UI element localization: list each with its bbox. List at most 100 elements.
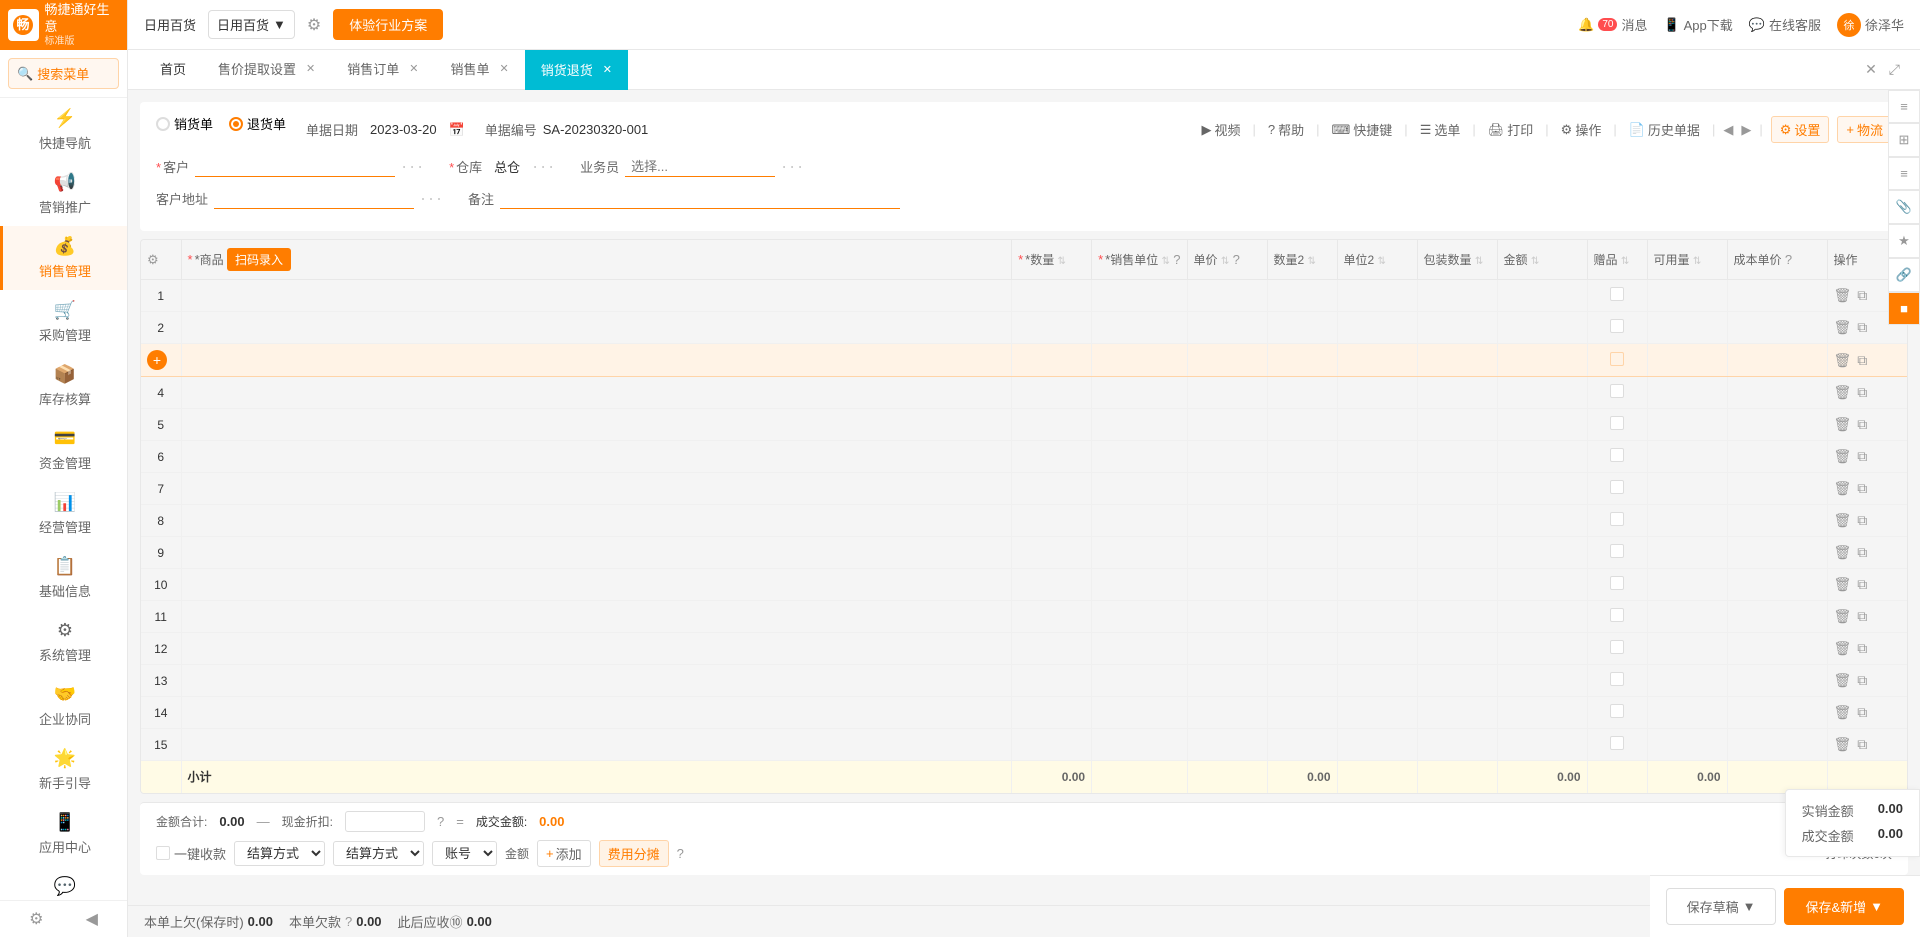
- account-select[interactable]: 账号: [432, 841, 497, 866]
- topbar-dropdown[interactable]: 日用百货 ▼: [208, 10, 295, 39]
- gift-checkbox-5[interactable]: [1610, 416, 1624, 430]
- gift-checkbox-14[interactable]: [1610, 704, 1624, 718]
- address-input[interactable]: [214, 189, 414, 209]
- logistics-btn[interactable]: + 物流: [1837, 116, 1892, 143]
- close-sales-slip-icon[interactable]: ✕: [500, 62, 509, 75]
- app-download-area[interactable]: 📱 App下载: [1663, 15, 1732, 34]
- close-sales-return-icon[interactable]: ✕: [603, 63, 612, 76]
- delete-row-8-icon[interactable]: 🗑: [1834, 512, 1852, 529]
- gift-checkbox-3[interactable]: [1610, 352, 1624, 366]
- sidebar-item-basic-info[interactable]: 📋 基础信息: [0, 546, 127, 610]
- avail-cell-2[interactable]: [1647, 312, 1727, 344]
- qty-cell-2[interactable]: [1012, 312, 1092, 344]
- delete-row-13-icon[interactable]: 🗑: [1834, 672, 1852, 689]
- salesperson-dots[interactable]: ···: [781, 156, 805, 177]
- cost-cell-1[interactable]: [1727, 280, 1827, 312]
- remark-input[interactable]: [500, 189, 900, 209]
- gift-cell-1[interactable]: [1587, 280, 1647, 312]
- delete-row-4-icon[interactable]: 🗑: [1834, 384, 1852, 401]
- gift-checkbox-10[interactable]: [1610, 576, 1624, 590]
- sidebar-item-appstore[interactable]: 📱 应用中心: [0, 802, 127, 866]
- print-btn[interactable]: 🖨 打印: [1484, 118, 1538, 141]
- add-row-btn[interactable]: +: [147, 350, 167, 370]
- copy-row-4-icon[interactable]: ⧉: [1857, 384, 1867, 401]
- tab-sales-return[interactable]: 销货退货 ✕: [525, 50, 628, 90]
- close-price-settings-icon[interactable]: ✕: [306, 62, 315, 75]
- pack-cell-3[interactable]: [1417, 344, 1497, 377]
- unit-cell-1[interactable]: [1092, 280, 1187, 312]
- sidebar-item-inventory[interactable]: 📦 库存核算: [0, 354, 127, 418]
- right-sidebar-item-2[interactable]: ⊞: [1888, 123, 1920, 157]
- copy-row-7-icon[interactable]: ⧉: [1857, 480, 1867, 497]
- cost-help-icon[interactable]: ?: [1785, 252, 1792, 267]
- copy-row-2-icon[interactable]: ⧉: [1857, 319, 1867, 336]
- qty2-cell-3[interactable]: [1267, 344, 1337, 377]
- unit-help-icon[interactable]: ?: [1173, 252, 1180, 267]
- next-record-icon[interactable]: ▶: [1741, 122, 1751, 138]
- select-btn[interactable]: ☰ 选单: [1416, 118, 1465, 141]
- unit-cell-2[interactable]: [1092, 312, 1187, 344]
- customer-input[interactable]: [195, 157, 395, 177]
- right-sidebar-item-1[interactable]: ≡: [1888, 90, 1920, 123]
- gift-checkbox-15[interactable]: [1610, 736, 1624, 750]
- delete-row-9-icon[interactable]: 🗑: [1834, 544, 1852, 561]
- fee-help-icon[interactable]: ?: [677, 846, 684, 861]
- sidebar-item-enterprise[interactable]: 🤝 企业协同: [0, 674, 127, 738]
- copy-row-5-icon[interactable]: ⧉: [1857, 416, 1867, 433]
- cost-cell-3[interactable]: [1727, 344, 1827, 377]
- avail-cell-1[interactable]: [1647, 280, 1727, 312]
- warehouse-dots[interactable]: ···: [532, 156, 556, 177]
- save-new-btn[interactable]: 保存&新增 ▼: [1784, 888, 1904, 925]
- delete-row-3-icon[interactable]: 🗑: [1834, 352, 1852, 369]
- search-menu-button[interactable]: 🔍 搜索菜单: [8, 58, 119, 89]
- copy-row-11-icon[interactable]: ⧉: [1857, 608, 1867, 625]
- sidebar-item-newbie[interactable]: 🌟 新手引导: [0, 738, 127, 802]
- delete-row-12-icon[interactable]: 🗑: [1834, 640, 1852, 657]
- delete-row-15-icon[interactable]: 🗑: [1834, 736, 1852, 753]
- cash-help-icon[interactable]: ?: [437, 814, 444, 829]
- price-cell-2[interactable]: [1187, 312, 1267, 344]
- copy-row-3-icon[interactable]: ⧉: [1857, 352, 1867, 369]
- sort-qty2-icon[interactable]: ⇅: [1308, 256, 1316, 267]
- gift-checkbox-7[interactable]: [1610, 480, 1624, 494]
- maximize-tab-icon[interactable]: ⤢: [1885, 59, 1904, 80]
- qty-cell-1[interactable]: [1012, 280, 1092, 312]
- experience-btn[interactable]: 体验行业方案: [333, 9, 443, 40]
- unit2-cell-2[interactable]: [1337, 312, 1417, 344]
- right-sidebar-item-6[interactable]: 🔗: [1888, 258, 1920, 292]
- product-cell-3[interactable]: [181, 344, 1012, 377]
- product-cell-1[interactable]: [181, 280, 1012, 312]
- unit2-cell-3[interactable]: [1337, 344, 1417, 377]
- copy-row-14-icon[interactable]: ⧉: [1857, 704, 1867, 721]
- copy-row-6-icon[interactable]: ⧉: [1857, 448, 1867, 465]
- calc-select[interactable]: 结算方式: [333, 841, 424, 866]
- pack-cell-2[interactable]: [1417, 312, 1497, 344]
- save-draft-btn[interactable]: 保存草稿 ▼: [1666, 888, 1777, 925]
- add-btn[interactable]: + 添加: [537, 840, 591, 867]
- tab-home[interactable]: 首页: [144, 50, 202, 90]
- help-btn[interactable]: ? 帮助: [1264, 118, 1308, 141]
- delete-row-1-icon[interactable]: 🗑: [1834, 287, 1852, 304]
- sort-amount-icon[interactable]: ⇅: [1531, 256, 1539, 267]
- sidebar-item-finance[interactable]: 💳 资金管理: [0, 418, 127, 482]
- gift-checkbox-12[interactable]: [1610, 640, 1624, 654]
- gift-cell-2[interactable]: [1587, 312, 1647, 344]
- product-input-3[interactable]: [188, 353, 1006, 367]
- gift-checkbox-2[interactable]: [1610, 319, 1624, 333]
- copy-row-1-icon[interactable]: ⧉: [1857, 287, 1867, 304]
- close-sales-order-icon[interactable]: ✕: [409, 62, 418, 75]
- sidebar-item-system[interactable]: ⚙ 系统管理: [0, 610, 127, 674]
- amount-cell-1[interactable]: [1497, 280, 1587, 312]
- user-area[interactable]: 徐 徐泽华: [1837, 13, 1904, 37]
- copy-row-8-icon[interactable]: ⧉: [1857, 512, 1867, 529]
- sort-pack-icon[interactable]: ⇅: [1475, 256, 1483, 267]
- pack-cell-1[interactable]: [1417, 280, 1497, 312]
- delete-row-6-icon[interactable]: 🗑: [1834, 448, 1852, 465]
- copy-row-15-icon[interactable]: ⧉: [1857, 736, 1867, 753]
- close-tab-icon[interactable]: ✕: [1861, 59, 1881, 80]
- gift-cell-3[interactable]: [1587, 344, 1647, 377]
- shortcut-btn[interactable]: ⌨ 快捷键: [1328, 118, 1397, 141]
- sort-avail-icon[interactable]: ⇅: [1693, 256, 1701, 267]
- calendar-icon[interactable]: 📅: [449, 122, 465, 138]
- tab-price-settings[interactable]: 售价提取设置 ✕: [202, 50, 331, 90]
